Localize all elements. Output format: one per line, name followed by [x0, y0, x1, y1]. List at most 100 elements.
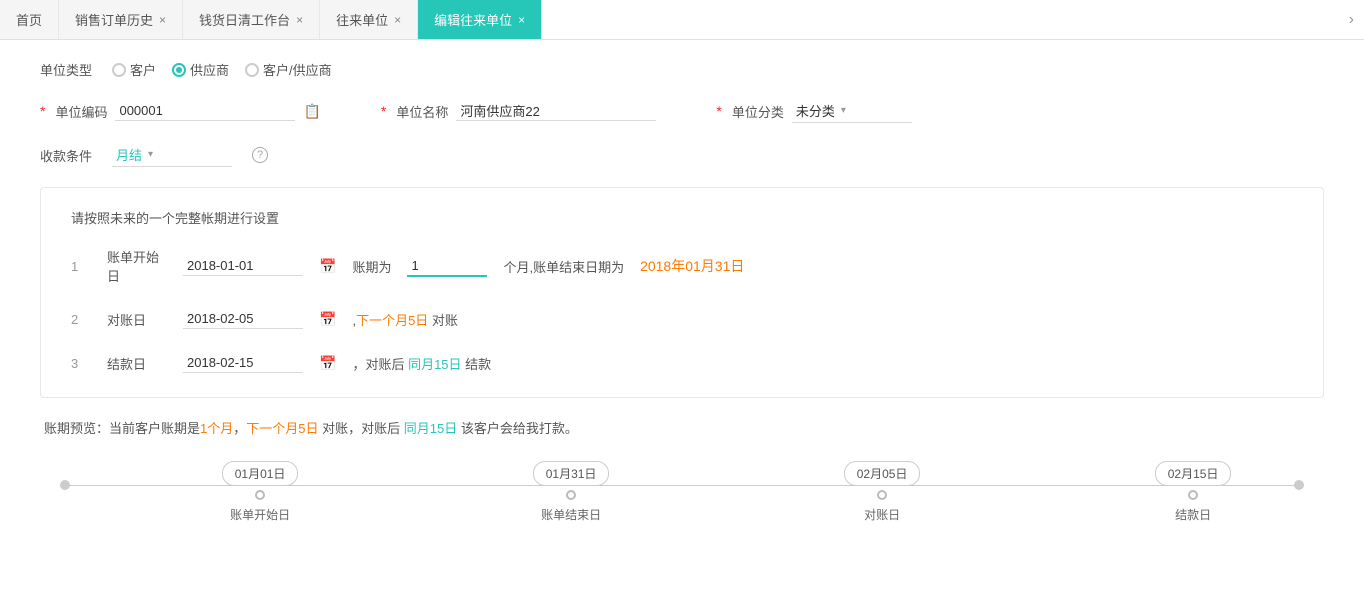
unit-name-label: 单位名称: [396, 102, 448, 121]
timeline-node-1-dot: [255, 490, 265, 500]
unit-info-row: * 单位编码 📋 * 单位名称 * 单位分类 未分类 ▾: [40, 99, 1324, 123]
radio-customer[interactable]: 客户: [112, 60, 156, 79]
timeline-node-4-dot: [1188, 490, 1198, 500]
period-end-date-value: 2018年01月31日: [640, 256, 744, 276]
preview-text: 账期预览：当前客户账期是1个月，下一个月5日 对账，对账后 同月15日 该客户会…: [40, 418, 1324, 437]
tab-partner-label: 往来单位: [336, 10, 388, 29]
period-start-date-input[interactable]: [183, 256, 303, 276]
period-payment-date-input[interactable]: [183, 353, 303, 373]
period-row-3: 3 结款日 📅 ，对账后 同月15日 结款: [71, 353, 1293, 373]
unit-code-required: *: [40, 103, 45, 119]
preview-suffix: 该客户会给我打款。: [457, 421, 578, 436]
unit-category-select[interactable]: 未分类 ▾: [792, 99, 912, 123]
radio-both-circle: [245, 63, 259, 77]
period-end-date-prefix: 个月,账单结束日期为: [503, 257, 624, 276]
tab-sales-history-close[interactable]: ×: [159, 13, 166, 27]
unit-name-field: * 单位名称: [381, 101, 656, 121]
timeline-node-2-dot: [566, 490, 576, 500]
period-label-1: 账单开始日: [107, 247, 167, 285]
period-months-input[interactable]: [407, 256, 487, 277]
unit-code-label: 单位编码: [55, 102, 107, 121]
period-num-3: 3: [71, 356, 91, 371]
tab-cash-work[interactable]: 钱货日清工作台 ×: [183, 0, 320, 39]
tab-home-label: 首页: [16, 10, 42, 29]
radio-supplier-label: 供应商: [190, 60, 229, 79]
period-accounts-for-label: 账期为: [352, 257, 391, 276]
unit-type-label: 单位类型: [40, 60, 92, 79]
period-reconcile-highlight: 下一个月5日: [356, 313, 428, 328]
period-reconcile-cal-icon[interactable]: 📅: [319, 311, 336, 328]
unit-code-copy-icon[interactable]: 📋: [303, 103, 320, 120]
tab-home[interactable]: 首页: [0, 0, 59, 39]
period-payment-cal-icon[interactable]: 📅: [319, 355, 336, 372]
payment-help-icon[interactable]: ?: [252, 147, 268, 163]
tab-partner[interactable]: 往来单位 ×: [320, 0, 418, 39]
preview-part2: 下一个月5日: [246, 421, 318, 436]
preview-prefix: 账期预览：当前客户账期是: [44, 421, 200, 436]
unit-category-chevron: ▾: [841, 105, 846, 116]
timeline-node-3: 02月05日 对账日: [844, 461, 921, 523]
timeline-node-1-label: 账单开始日: [230, 506, 290, 523]
tab-more-button[interactable]: ›: [1339, 0, 1364, 39]
unit-type-radio-group: 客户 供应商 客户/供应商: [112, 60, 332, 79]
radio-customer-circle: [112, 63, 126, 77]
tab-edit-partner-label: 编辑往来单位: [434, 10, 512, 29]
payment-value: 月结: [116, 145, 142, 164]
radio-both[interactable]: 客户/供应商: [245, 60, 332, 79]
timeline-left-dot: [60, 480, 70, 490]
period-payment-highlight: 同月15日: [408, 357, 461, 372]
unit-category-value: 未分类: [796, 101, 835, 120]
period-row-2: 2 对账日 📅 ,下一个月5日 对账: [71, 309, 1293, 329]
tab-sales-history-label: 销售订单历史: [75, 10, 153, 29]
period-reconcile-suffix: ,下一个月5日 对账: [352, 310, 457, 329]
tab-edit-partner[interactable]: 编辑往来单位 ×: [418, 0, 542, 39]
timeline: 01月01日 账单开始日 01月31日 账单结束日 02月05日 对账日 02月…: [40, 461, 1324, 531]
period-num-1: 1: [71, 259, 91, 274]
unit-name-required: *: [381, 103, 386, 119]
timeline-node-3-dot: [877, 490, 887, 500]
timeline-node-2-label: 账单结束日: [541, 506, 601, 523]
unit-category-required: *: [716, 103, 721, 119]
period-settings-box: 请按照未来的一个完整帐期进行设置 1 账单开始日 📅 账期为 个月,账单结束日期…: [40, 187, 1324, 398]
page-content: 单位类型 客户 供应商 客户/供应商 * 单位编码 📋 * 单位名称: [0, 40, 1364, 608]
radio-supplier-circle: [172, 63, 186, 77]
unit-type-row: 单位类型 客户 供应商 客户/供应商: [40, 60, 1324, 79]
radio-customer-label: 客户: [130, 60, 156, 79]
payment-chevron: ▾: [148, 149, 153, 160]
payment-row: 收款条件 月结 ▾ ?: [40, 143, 1324, 167]
tab-edit-partner-close[interactable]: ×: [518, 13, 525, 27]
timeline-node-1: 01月01日 账单开始日: [222, 461, 299, 523]
timeline-node-3-label: 对账日: [864, 506, 900, 523]
tab-partner-close[interactable]: ×: [394, 13, 401, 27]
unit-category-field: * 单位分类 未分类 ▾: [716, 99, 911, 123]
timeline-node-2: 01月31日 账单结束日: [533, 461, 610, 523]
timeline-right-dot: [1294, 480, 1304, 490]
radio-supplier[interactable]: 供应商: [172, 60, 229, 79]
timeline-node-3-pill: 02月05日: [844, 461, 921, 486]
payment-label: 收款条件: [40, 146, 92, 165]
timeline-node-2-pill: 01月31日: [533, 461, 610, 486]
unit-category-label: 单位分类: [732, 102, 784, 121]
timeline-node-4: 02月15日 结款日: [1155, 461, 1232, 523]
period-label-2: 对账日: [107, 310, 167, 329]
period-reconcile-date-input[interactable]: [183, 309, 303, 329]
period-box-title: 请按照未来的一个完整帐期进行设置: [71, 208, 1293, 227]
unit-code-input[interactable]: [115, 101, 295, 121]
payment-select[interactable]: 月结 ▾: [112, 143, 232, 167]
tab-bar: 首页 销售订单历史 × 钱货日清工作台 × 往来单位 × 编辑往来单位 × ›: [0, 0, 1364, 40]
unit-code-field: * 单位编码 📋: [40, 101, 321, 121]
preview-part1: 1个月: [200, 421, 233, 436]
period-start-cal-icon[interactable]: 📅: [319, 258, 336, 275]
tab-cash-work-close[interactable]: ×: [296, 13, 303, 27]
tab-sales-history[interactable]: 销售订单历史 ×: [59, 0, 183, 39]
timeline-node-1-pill: 01月01日: [222, 461, 299, 486]
radio-both-label: 客户/供应商: [263, 60, 332, 79]
timeline-node-4-label: 结款日: [1175, 506, 1211, 523]
preview-mid2: 对账，对账后: [319, 421, 404, 436]
period-label-3: 结款日: [107, 354, 167, 373]
period-row-1: 1 账单开始日 📅 账期为 个月,账单结束日期为 2018年01月31日: [71, 247, 1293, 285]
unit-name-input[interactable]: [456, 101, 656, 121]
period-payment-suffix: ，对账后 同月15日 结款: [352, 354, 491, 373]
tab-cash-work-label: 钱货日清工作台: [199, 10, 290, 29]
timeline-node-4-pill: 02月15日: [1155, 461, 1232, 486]
